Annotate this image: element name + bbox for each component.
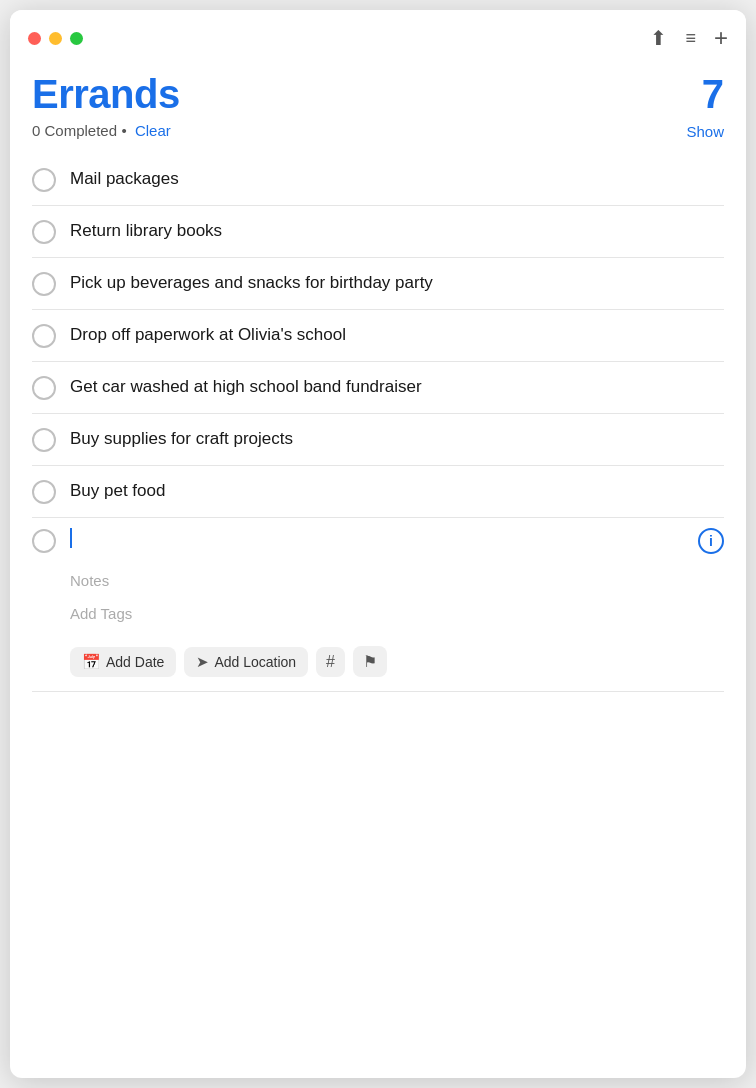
text-cursor bbox=[70, 528, 72, 548]
task-item: Drop off paperwork at Olivia's school bbox=[32, 310, 724, 362]
task-item: Get car washed at high school band fundr… bbox=[32, 362, 724, 414]
task-item: Return library books bbox=[32, 206, 724, 258]
completed-text: 0 Completed bbox=[32, 122, 117, 139]
app-window: ⬆ ≡ + Errands 7 0 Completed • Clear Show… bbox=[10, 10, 746, 1078]
task-checkbox-2[interactable] bbox=[32, 220, 56, 244]
traffic-lights bbox=[28, 32, 83, 45]
flag-icon: ⚑ bbox=[363, 652, 377, 671]
new-task-input-area bbox=[70, 528, 684, 548]
task-item: Mail packages bbox=[32, 154, 724, 206]
task-text-1: Mail packages bbox=[70, 167, 179, 191]
task-checkbox-1[interactable] bbox=[32, 168, 56, 192]
header-row: Errands 7 bbox=[32, 72, 724, 116]
task-text-6: Buy supplies for craft projects bbox=[70, 427, 293, 451]
calendar-icon: 📅 bbox=[82, 653, 101, 671]
action-buttons: 📅 Add Date ➤ Add Location # ⚑ bbox=[70, 646, 724, 677]
task-item: Buy pet food bbox=[32, 466, 724, 518]
title-bar: ⬆ ≡ + bbox=[10, 10, 746, 62]
tags-placeholder[interactable]: Add Tags bbox=[70, 605, 724, 622]
list-options-icon[interactable]: ≡ bbox=[685, 28, 696, 49]
flag-button[interactable]: ⚑ bbox=[353, 646, 387, 677]
hashtag-icon: # bbox=[326, 653, 335, 671]
task-item: Buy supplies for craft projects bbox=[32, 414, 724, 466]
task-text-5: Get car washed at high school band fundr… bbox=[70, 375, 422, 399]
list-title: Errands bbox=[32, 72, 180, 116]
add-location-button[interactable]: ➤ Add Location bbox=[184, 647, 308, 677]
task-text-3: Pick up beverages and snacks for birthda… bbox=[70, 271, 433, 295]
close-button[interactable] bbox=[28, 32, 41, 45]
task-item: Pick up beverages and snacks for birthda… bbox=[32, 258, 724, 310]
completed-row: 0 Completed • Clear Show bbox=[32, 122, 724, 148]
add-date-button[interactable]: 📅 Add Date bbox=[70, 647, 176, 677]
task-checkbox-new[interactable] bbox=[32, 529, 56, 553]
content-area: Errands 7 0 Completed • Clear Show Mail … bbox=[10, 62, 746, 1078]
maximize-button[interactable] bbox=[70, 32, 83, 45]
task-checkbox-3[interactable] bbox=[32, 272, 56, 296]
task-checkbox-5[interactable] bbox=[32, 376, 56, 400]
notes-placeholder[interactable]: Notes bbox=[70, 572, 724, 589]
task-list: Mail packages Return library books Pick … bbox=[32, 154, 724, 692]
dot-separator: • bbox=[122, 122, 131, 139]
task-count: 7 bbox=[702, 72, 724, 116]
add-location-label: Add Location bbox=[214, 654, 296, 670]
info-icon: i bbox=[709, 533, 713, 549]
task-checkbox-4[interactable] bbox=[32, 324, 56, 348]
task-text-7: Buy pet food bbox=[70, 479, 165, 503]
minimize-button[interactable] bbox=[49, 32, 62, 45]
task-checkbox-7[interactable] bbox=[32, 480, 56, 504]
new-task-top: i bbox=[32, 528, 724, 554]
toolbar: ⬆ ≡ + bbox=[650, 24, 728, 52]
location-icon: ➤ bbox=[196, 653, 209, 671]
hashtag-button[interactable]: # bbox=[316, 647, 345, 677]
show-button[interactable]: Show bbox=[686, 123, 724, 140]
task-text-2: Return library books bbox=[70, 219, 222, 243]
add-item-icon[interactable]: + bbox=[714, 24, 728, 52]
share-icon[interactable]: ⬆ bbox=[650, 26, 667, 50]
add-date-label: Add Date bbox=[106, 654, 164, 670]
clear-button[interactable]: Clear bbox=[135, 122, 171, 139]
task-checkbox-6[interactable] bbox=[32, 428, 56, 452]
info-button[interactable]: i bbox=[698, 528, 724, 554]
task-text-4: Drop off paperwork at Olivia's school bbox=[70, 323, 346, 347]
new-task-item: i Notes Add Tags 📅 Add Date ➤ Add Locati… bbox=[32, 518, 724, 692]
